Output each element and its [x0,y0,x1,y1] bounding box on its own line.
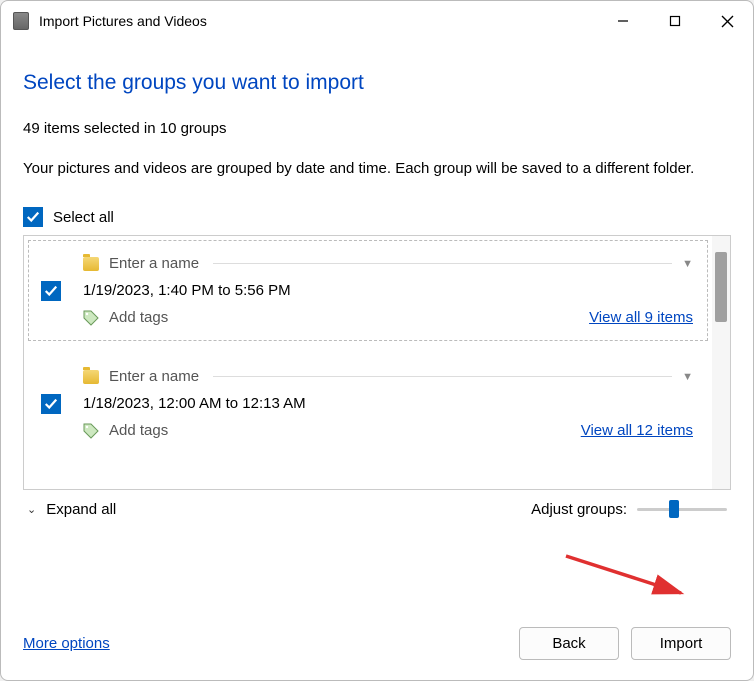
check-icon [26,210,40,224]
selection-summary: 49 items selected in 10 groups [23,117,731,141]
view-all-link[interactable]: View all 12 items [581,422,693,439]
name-underline [213,263,672,264]
group-date-range: 1/19/2023, 1:40 PM to 5:56 PM [83,282,693,299]
select-all-checkbox[interactable] [23,207,43,227]
group-name-row: Enter a name ▼ [83,368,693,385]
tag-icon [83,423,99,439]
minimize-icon [617,15,629,27]
group-checkbox[interactable] [41,394,61,414]
groups-list-inner: Enter a name ▼ 1/19/2023, 1:40 PM to 5:5… [24,236,712,489]
slider-thumb[interactable] [669,500,679,518]
app-icon [13,12,29,30]
group-tags-row: Add tags View all 9 items [83,309,693,326]
slider-track [637,508,727,511]
below-list-row: ⌄ Expand all Adjust groups: [23,490,731,518]
window-controls [597,1,753,41]
annotation-arrow [561,551,701,606]
back-button[interactable]: Back [519,627,619,660]
scrollbar-thumb[interactable] [715,252,727,322]
group-name-input[interactable]: Enter a name [109,255,199,272]
maximize-icon [669,15,681,27]
titlebar: Import Pictures and Videos [1,1,753,41]
content-area: Select the groups you want to import 49 … [1,41,753,613]
folder-icon [83,370,99,384]
add-tags-input[interactable]: Add tags [109,309,589,326]
groups-list: Enter a name ▼ 1/19/2023, 1:40 PM to 5:5… [23,235,731,490]
group-date-range: 1/18/2023, 12:00 AM to 12:13 AM [83,395,693,412]
group-item[interactable]: Enter a name ▼ 1/18/2023, 12:00 AM to 12… [28,353,708,454]
select-all-label: Select all [53,209,114,226]
group-tags-row: Add tags View all 12 items [83,422,693,439]
close-icon [721,15,734,28]
expand-all-link[interactable]: Expand all [46,501,531,518]
name-underline [213,376,672,377]
group-checkbox[interactable] [41,281,61,301]
description-text: Your pictures and videos are grouped by … [23,157,731,181]
import-button[interactable]: Import [631,627,731,660]
more-options-link[interactable]: More options [23,635,507,652]
chevron-down-icon[interactable]: ▼ [682,371,693,383]
scrollbar[interactable] [712,236,730,489]
folder-icon [83,257,99,271]
adjust-groups-label: Adjust groups: [531,501,627,518]
adjust-groups-slider[interactable] [637,500,727,518]
group-body: Enter a name ▼ 1/18/2023, 12:00 AM to 12… [83,368,693,439]
group-item[interactable]: Enter a name ▼ 1/19/2023, 1:40 PM to 5:5… [28,240,708,341]
page-heading: Select the groups you want to import [23,71,731,95]
maximize-button[interactable] [649,1,701,41]
chevron-down-icon[interactable]: ⌄ [27,503,36,516]
chevron-down-icon[interactable]: ▼ [682,258,693,270]
import-window: Import Pictures and Videos Select the gr… [0,0,754,681]
window-title: Import Pictures and Videos [39,13,597,29]
close-button[interactable] [701,1,753,41]
footer: More options Back Import [1,613,753,680]
group-name-row: Enter a name ▼ [83,255,693,272]
check-icon [44,397,58,411]
view-all-link[interactable]: View all 9 items [589,309,693,326]
tag-icon [83,310,99,326]
minimize-button[interactable] [597,1,649,41]
group-body: Enter a name ▼ 1/19/2023, 1:40 PM to 5:5… [83,255,693,326]
add-tags-input[interactable]: Add tags [109,422,581,439]
check-icon [44,284,58,298]
select-all-row: Select all [23,207,731,227]
group-name-input[interactable]: Enter a name [109,368,199,385]
